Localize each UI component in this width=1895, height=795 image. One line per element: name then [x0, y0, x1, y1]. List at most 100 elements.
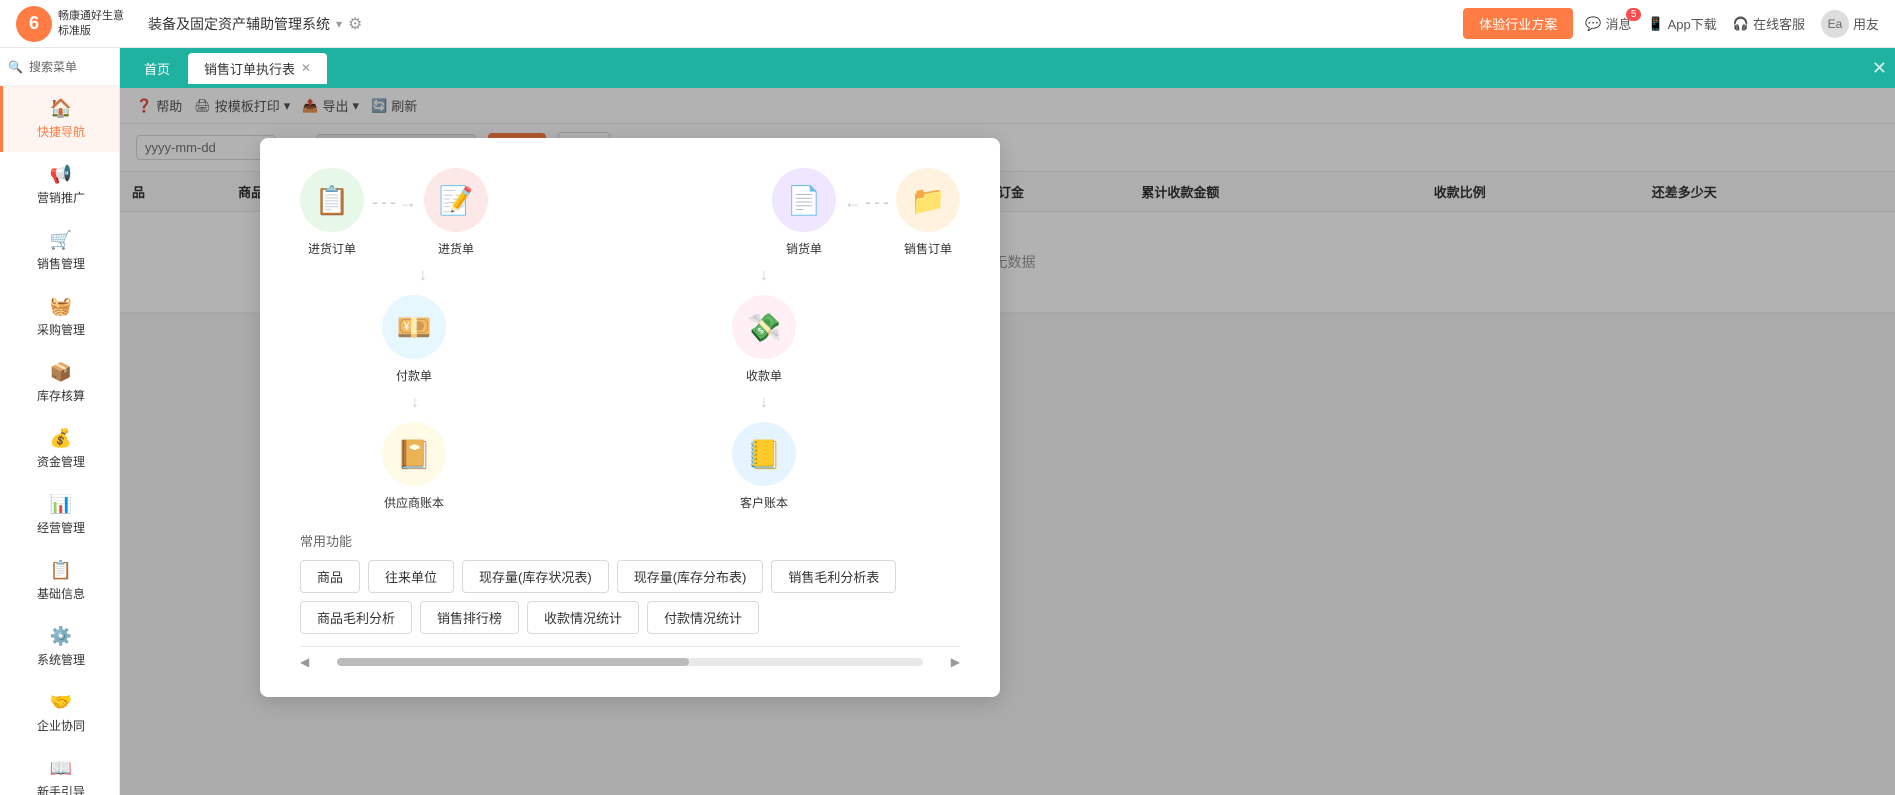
- purchase-order-circle: 📋: [300, 168, 364, 232]
- customer-ledger-label: 客户账本: [740, 494, 788, 511]
- service-icon: 🎧: [1733, 16, 1749, 32]
- sidebar-item-basic-info[interactable]: 📋 基础信息: [0, 548, 119, 614]
- online-service-label: 在线客服: [1753, 14, 1805, 33]
- purchase-icon: 🧺: [50, 296, 72, 317]
- purchase-order-label: 进货订单: [308, 240, 356, 257]
- common-func-btn-1[interactable]: 往来单位: [368, 560, 454, 593]
- search-icon: 🔍: [8, 60, 23, 74]
- flow-purchase-receipt[interactable]: 📝 进货单: [424, 168, 488, 257]
- purchase-receipt-label: 进货单: [438, 240, 474, 257]
- scroll-track[interactable]: [337, 658, 923, 666]
- flow-payment-order[interactable]: 💴 付款单: [382, 295, 446, 384]
- message-button[interactable]: 💬 消息 5: [1585, 14, 1631, 33]
- enterprise-icon: 🤝: [50, 692, 72, 713]
- sidebar-item-label: 经营管理: [37, 519, 85, 536]
- common-func-btn-0[interactable]: 商品: [300, 560, 360, 593]
- sidebar-item-label: 销售管理: [37, 255, 85, 272]
- system-title: 装备及固定资产辅助管理系统: [148, 14, 330, 34]
- sidebar-item-label: 快捷导航: [37, 123, 85, 140]
- sidebar-item-enterprise[interactable]: 🤝 企业协同: [0, 680, 119, 746]
- user-label: 用友: [1853, 14, 1879, 33]
- trial-button[interactable]: 体验行业方案: [1463, 8, 1573, 39]
- sidebar-item-label: 企业协同: [37, 717, 85, 734]
- basic-info-icon: 📋: [50, 560, 72, 581]
- avatar: Ea: [1821, 10, 1849, 38]
- message-badge: 5: [1626, 8, 1642, 21]
- online-service-button[interactable]: 🎧 在线客服: [1733, 14, 1805, 33]
- common-func-btn-5[interactable]: 商品毛利分析: [300, 601, 412, 634]
- message-icon: 💬: [1585, 16, 1601, 32]
- tab-sales-orders[interactable]: 销售订单执行表 ✕: [188, 53, 327, 84]
- search-label: 搜索菜单: [29, 58, 77, 75]
- sidebar-item-label: 资金管理: [37, 453, 85, 470]
- tab-sales-orders-label: 销售订单执行表: [204, 59, 295, 78]
- supplier-ledger-circle: 📔: [382, 422, 446, 486]
- tab-home[interactable]: 首页: [128, 53, 186, 84]
- purchase-receipt-circle: 📝: [424, 168, 488, 232]
- sidebar-item-purchase[interactable]: 🧺 采购管理: [0, 284, 119, 350]
- user-menu-button[interactable]: Ea 用友: [1821, 10, 1879, 38]
- sidebar-item-label: 营销推广: [37, 189, 85, 206]
- sidebar-item-inventory[interactable]: 📦 库存核算: [0, 350, 119, 416]
- scroll-right-arrow[interactable]: ▶: [951, 655, 960, 669]
- sidebar-item-sales[interactable]: 🛒 销售管理: [0, 218, 119, 284]
- quick-nav-icon: 🏠: [50, 98, 72, 119]
- download-icon: 📱: [1647, 16, 1663, 32]
- flow-supplier-ledger[interactable]: 📔 供应商账本: [382, 422, 446, 511]
- main-area: 🔍 搜索菜单 🏠 快捷导航 📢 营销推广 🛒 销售管理 🧺 采购管理 📦: [0, 48, 1895, 795]
- customer-ledger-circle: 📒: [732, 422, 796, 486]
- marketing-icon: 📢: [50, 164, 72, 185]
- settings-icon[interactable]: ⚙: [348, 14, 362, 34]
- flow-receipt-order[interactable]: 💸 收款单: [732, 295, 796, 384]
- quick-nav-modal: 📋 进货订单 - - - → 📝: [260, 138, 1000, 697]
- logo: 6 畅康通好生意 标准版: [16, 6, 136, 42]
- scroll-thumb: [337, 658, 688, 666]
- scroll-left-arrow[interactable]: ◀: [300, 655, 309, 669]
- flow-purchase-order[interactable]: 📋 进货订单: [300, 168, 364, 257]
- sidebar-item-quick-nav[interactable]: 🏠 快捷导航: [0, 86, 119, 152]
- beginner-icon: 📖: [50, 758, 72, 779]
- sidebar-item-system[interactable]: ⚙️ 系统管理: [0, 614, 119, 680]
- sidebar-item-label: 采购管理: [37, 321, 85, 338]
- system-title-area: 装备及固定资产辅助管理系统 ▾ ⚙: [148, 14, 1451, 34]
- common-func-buttons: 商品往来单位现存量(库存状况表)现存量(库存分布表)销售毛利分析表商品毛利分析销…: [300, 560, 960, 634]
- app-download-button[interactable]: 📱 App下载: [1647, 14, 1716, 33]
- supplier-ledger-label: 供应商账本: [384, 494, 444, 511]
- flow-customer-ledger[interactable]: 📒 客户账本: [732, 422, 796, 511]
- sidebar-item-finance[interactable]: 💰 资金管理: [0, 416, 119, 482]
- sidebar-item-operations[interactable]: 📊 经营管理: [0, 482, 119, 548]
- app-download-label: App下载: [1668, 14, 1717, 33]
- finance-icon: 💰: [50, 428, 72, 449]
- logo-text: 畅康通好生意 标准版: [58, 9, 124, 38]
- sales-order-orig-circle: 📁: [896, 168, 960, 232]
- sidebar-item-label: 基础信息: [37, 585, 85, 602]
- common-func-btn-7[interactable]: 收款情况统计: [527, 601, 639, 634]
- common-func-btn-8[interactable]: 付款情况统计: [647, 601, 759, 634]
- flow-sales-order-node[interactable]: 📄 销货单: [772, 168, 836, 257]
- system-icon: ⚙️: [50, 626, 72, 647]
- tab-close-icon[interactable]: ✕: [301, 61, 311, 75]
- common-func-btn-2[interactable]: 现存量(库存状况表): [462, 560, 609, 593]
- flow-sales-order-orig[interactable]: 📁 销售订单: [896, 168, 960, 257]
- logo-icon: 6: [16, 6, 52, 42]
- page-content: ❓ 帮助 🖨 按模板打印 ▾ 📤 导出 ▾ 🔄: [120, 88, 1895, 795]
- dropdown-arrow-icon[interactable]: ▾: [336, 17, 342, 31]
- sales-order-orig-label: 销售订单: [904, 240, 952, 257]
- sales-order-node-circle: 📄: [772, 168, 836, 232]
- tab-bar: 首页 销售订单执行表 ✕ ✕: [120, 48, 1895, 88]
- common-func-btn-4[interactable]: 销售毛利分析表: [771, 560, 896, 593]
- tab-home-label: 首页: [144, 59, 170, 78]
- common-func-btn-6[interactable]: 销售排行榜: [420, 601, 519, 634]
- sidebar-item-marketing[interactable]: 📢 营销推广: [0, 152, 119, 218]
- sidebar-item-label: 系统管理: [37, 651, 85, 668]
- sidebar-item-beginner[interactable]: 📖 新手引导: [0, 746, 119, 795]
- common-func-btn-3[interactable]: 现存量(库存分布表): [617, 560, 764, 593]
- common-func-title: 常用功能: [300, 531, 960, 550]
- sales-order-node-label: 销货单: [786, 240, 822, 257]
- operations-icon: 📊: [50, 494, 72, 515]
- sales-icon: 🛒: [50, 230, 72, 251]
- tab-bar-close-icon[interactable]: ✕: [1872, 58, 1887, 79]
- receipt-order-circle: 💸: [732, 295, 796, 359]
- sidebar: 🔍 搜索菜单 🏠 快捷导航 📢 营销推广 🛒 销售管理 🧺 采购管理 📦: [0, 48, 120, 795]
- sidebar-search[interactable]: 🔍 搜索菜单: [0, 48, 119, 86]
